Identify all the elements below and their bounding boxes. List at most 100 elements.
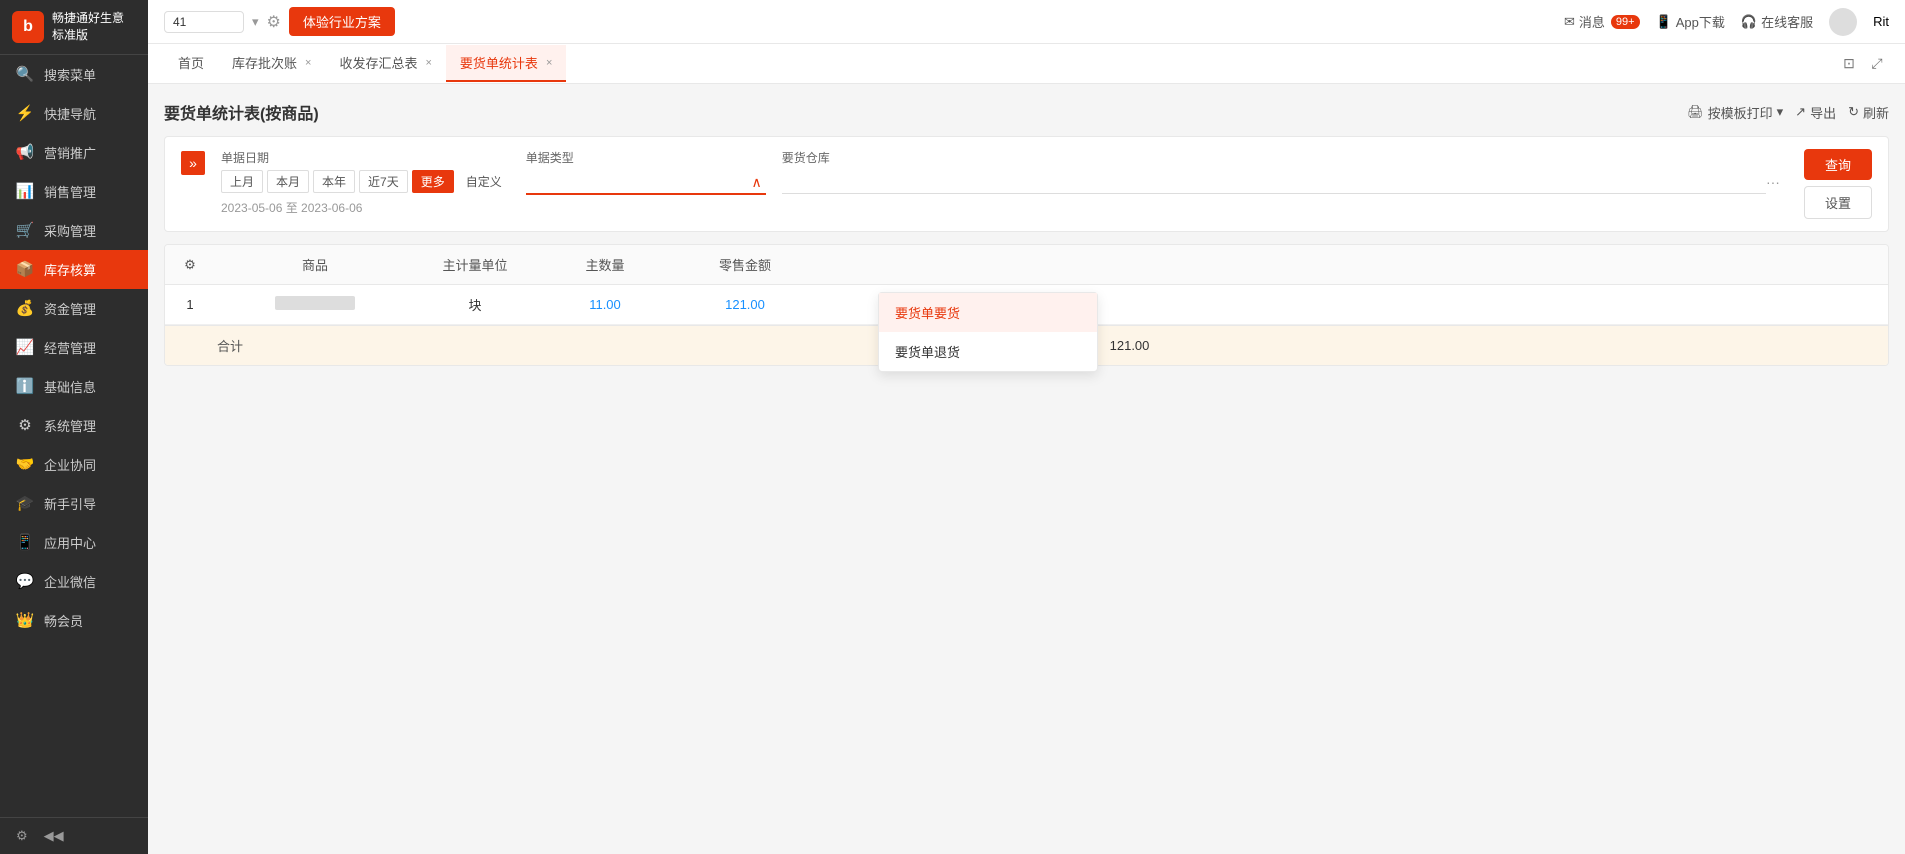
tabs-actions: ⊡ ⤢ — [1837, 52, 1889, 76]
sidebar-settings-icon[interactable]: ⚙ — [16, 828, 28, 844]
filter-type-field: 单据类型 ∧ — [526, 149, 766, 195]
dropdown-item-0[interactable]: 要货单要货 — [879, 293, 1097, 332]
query-btn[interactable]: 查询 — [1804, 149, 1872, 180]
date-last-month-btn[interactable]: 上月 — [221, 170, 263, 193]
tab-close-1[interactable]: × — [305, 57, 311, 69]
date-more-btn[interactable]: 更多 — [412, 170, 454, 193]
sidebar-item-10[interactable]: 🤝企业协同 — [0, 445, 148, 484]
th-unit: 主计量单位 — [415, 245, 535, 285]
sidebar-item-icon-14: 👑 — [16, 611, 34, 629]
topbar-online-service[interactable]: 🎧 在线客服 — [1741, 12, 1813, 31]
topbar-right: ✉ 消息 99+ 📱 App下载 🎧 在线客服 Rit — [1564, 8, 1889, 36]
sidebar-item-11[interactable]: 🎓新手引导 — [0, 484, 148, 523]
sidebar-item-0[interactable]: 🔍搜索菜单 — [0, 55, 148, 94]
filter-expand-btn[interactable]: » — [181, 151, 205, 175]
date-this-year-btn[interactable]: 本年 — [313, 170, 355, 193]
message-badge: 99+ — [1611, 15, 1640, 29]
sidebar-item-3[interactable]: 📊销售管理 — [0, 172, 148, 211]
tab-item-2[interactable]: 收发存汇总表× — [325, 45, 445, 82]
filter-type-input[interactable] — [526, 170, 766, 195]
sidebar-item-12[interactable]: 📱 应用中心 — [0, 523, 148, 562]
topbar-gear-icon[interactable]: ⚙ — [267, 12, 281, 32]
th-settings[interactable]: ⚙ — [165, 245, 215, 285]
filter-fields: 单据日期 上月 本月 本年 近7天 更多 自定义 2023-05-06 至 20… — [221, 149, 1780, 216]
main-container: ▾ ⚙ 体验行业方案 ✉ 消息 99+ 📱 App下载 🎧 在线客服 Rit 首… — [148, 0, 1905, 854]
filter-type-arrow-icon[interactable]: ∧ — [752, 174, 762, 191]
qty-link-0[interactable]: 11.00 — [589, 297, 621, 312]
sidebar-collapse-btn[interactable]: ◀◀ — [44, 828, 64, 844]
sidebar-item-icon-13: 💬 — [16, 572, 34, 590]
tab-label-0: 首页 — [178, 53, 204, 72]
sidebar-item-icon-8: ℹ️ — [16, 377, 34, 395]
sidebar-item-6[interactable]: 💰资金管理 — [0, 289, 148, 328]
filter-warehouse-input[interactable] — [782, 170, 1766, 194]
tab-close-3[interactable]: × — [546, 57, 552, 69]
sidebar-item-label-1: 快捷导航 — [44, 104, 96, 123]
filter-warehouse-field: 要货仓库 ··· — [782, 149, 1780, 194]
page-title: 要货单统计表(按商品) — [164, 100, 319, 124]
print-dropdown-icon[interactable]: ▾ — [1777, 104, 1784, 120]
sidebar-item-8[interactable]: ℹ️ 基础信息 — [0, 367, 148, 406]
topbar-app-download[interactable]: 📱 App下载 — [1656, 12, 1725, 31]
filter-more-icon[interactable]: ··· — [1766, 174, 1780, 190]
date-recent7-btn[interactable]: 近7天 — [359, 170, 408, 193]
sidebar-item-5[interactable]: 📦库存核算 — [0, 250, 148, 289]
date-this-month-btn[interactable]: 本月 — [267, 170, 309, 193]
settings-btn[interactable]: 设置 — [1804, 186, 1872, 219]
trial-btn[interactable]: 体验行业方案 — [289, 7, 395, 36]
tabs-container: 首页库存批次账×收发存汇总表×要货单统计表× — [164, 45, 1837, 82]
topbar-message[interactable]: ✉ 消息 99+ — [1564, 12, 1640, 31]
td-index-0: 1 — [165, 285, 215, 325]
tab-item-1[interactable]: 库存批次账× — [218, 45, 325, 82]
dropdown-item-1[interactable]: 要货单退货 — [879, 332, 1097, 371]
export-btn[interactable]: ↗ 导出 — [1795, 103, 1836, 122]
service-icon: 🎧 — [1741, 14, 1757, 30]
filter-type-label: 单据类型 — [526, 149, 766, 166]
tabs-fullscreen-btn[interactable]: ⤢ — [1865, 52, 1889, 76]
sidebar-item-icon-12: 📱 — [16, 533, 34, 551]
sidebar-item-9[interactable]: ⚙系统管理 — [0, 406, 148, 445]
sidebar-item-icon-6: 💰 — [16, 299, 34, 317]
filter-date-row: 上月 本月 本年 近7天 更多 自定义 — [221, 170, 510, 193]
sidebar-item-label-2: 营销推广 — [44, 143, 96, 162]
sidebar-logo: b 畅捷通好生意 标准版 — [0, 0, 148, 55]
sidebar-item-13[interactable]: 💬企业微信 — [0, 562, 148, 601]
sidebar-item-4[interactable]: 🛒 采购管理 — [0, 211, 148, 250]
user-avatar[interactable] — [1829, 8, 1857, 36]
amount-link-0[interactable]: 121.00 — [725, 297, 765, 312]
sidebar-item-label-9: 系统管理 — [44, 416, 96, 435]
date-custom-btn[interactable]: 自定义 — [458, 171, 510, 192]
filter-bar: » 单据日期 上月 本月 本年 近7天 更多 自定义 — [164, 136, 1889, 232]
filter-warehouse-label: 要货仓库 — [782, 149, 1780, 166]
filter-type-input-wrap: ∧ — [526, 170, 766, 195]
tabs-expand-btn[interactable]: ⊡ — [1837, 52, 1861, 76]
th-empty — [815, 245, 1888, 285]
sidebar-item-14[interactable]: 👑畅会员 — [0, 601, 148, 640]
sidebar-item-2[interactable]: 📢 营销推广 — [0, 133, 148, 172]
sidebar-footer: ⚙ ◀◀ — [0, 817, 148, 854]
sidebar-item-icon-10: 🤝 — [16, 455, 34, 473]
tab-item-3[interactable]: 要货单统计表× — [446, 45, 566, 82]
print-btn[interactable]: 🖨 按模板打印 ▾ — [1687, 103, 1783, 122]
tab-item-0[interactable]: 首页 — [164, 45, 218, 82]
topbar-dropdown-icon[interactable]: ▾ — [252, 14, 259, 30]
filter-warehouse-input-wrap: ··· — [782, 170, 1780, 194]
sidebar-item-1[interactable]: ⚡快捷导航 — [0, 94, 148, 133]
tab-close-2[interactable]: × — [425, 57, 431, 69]
sidebar-item-icon-2: 📢 — [16, 143, 34, 161]
breadcrumb-input[interactable] — [164, 11, 244, 33]
page-content: 要货单统计表(按商品) 🖨 按模板打印 ▾ ↗ 导出 ↻ 刷新 » — [148, 84, 1905, 854]
product-cell-blurred-0 — [275, 296, 355, 310]
filter-date-field: 单据日期 上月 本月 本年 近7天 更多 自定义 2023-05-06 至 20… — [221, 149, 510, 216]
sidebar-item-7[interactable]: 📈经营管理 — [0, 328, 148, 367]
th-qty: 主数量 — [535, 245, 675, 285]
sidebar-item-label-4: 采购管理 — [44, 221, 96, 240]
refresh-icon: ↻ — [1848, 104, 1859, 120]
sidebar-item-icon-4: 🛒 — [16, 221, 34, 239]
refresh-btn[interactable]: ↻ 刷新 — [1848, 103, 1889, 122]
sidebar-item-label-0: 搜索菜单 — [44, 65, 96, 84]
sidebar-scroll: 🔍搜索菜单⚡快捷导航 📢 营销推广 📊销售管理 🛒 采购管理 📦库存核算💰资金管理📈经营管理… — [0, 55, 148, 817]
topbar: ▾ ⚙ 体验行业方案 ✉ 消息 99+ 📱 App下载 🎧 在线客服 Rit — [148, 0, 1905, 44]
sidebar-item-label-8: 基础信息 — [44, 377, 96, 396]
sidebar-item-label-12: 应用中心 — [44, 533, 96, 552]
